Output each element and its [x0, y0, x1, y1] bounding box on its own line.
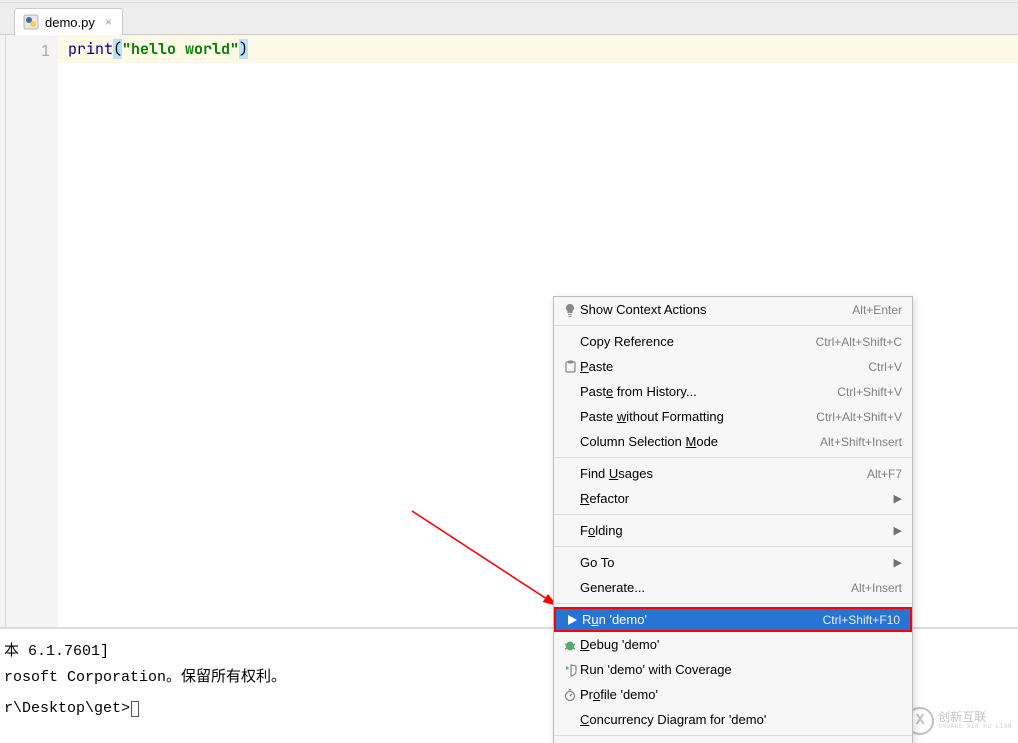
editor-tab-demo[interactable]: demo.py ×: [14, 8, 123, 35]
menu-paste-plain[interactable]: Paste without Formatting Ctrl+Alt+Shift+…: [554, 404, 912, 429]
menu-run-coverage[interactable]: Run 'demo' with Coverage: [554, 657, 912, 682]
tab-filename: demo.py: [45, 15, 95, 30]
menu-shortcut: Alt+Insert: [851, 581, 902, 595]
menu-shortcut: Ctrl+Alt+Shift+V: [816, 410, 902, 424]
menu-generate[interactable]: Generate... Alt+Insert: [554, 575, 912, 600]
menu-label: Run 'demo' with Coverage: [580, 662, 902, 677]
menu-show-context-actions[interactable]: Show Context Actions Alt+Enter: [554, 297, 912, 322]
menu-label: Folding: [580, 523, 894, 538]
menu-paste-history[interactable]: Paste from History... Ctrl+Shift+V: [554, 379, 912, 404]
editor-area: 1 print("hello world") Show Context Acti…: [0, 35, 1018, 628]
menu-column-selection[interactable]: Column Selection Mode Alt+Shift+Insert: [554, 429, 912, 454]
menu-go-to[interactable]: Go To ▶: [554, 550, 912, 575]
token-string: "hello world": [122, 39, 239, 59]
menu-label: Paste from History...: [580, 384, 829, 399]
menu-label: Debug 'demo': [580, 637, 902, 652]
menu-label: Concurrency Diagram for 'demo': [580, 712, 902, 727]
menu-label: Copy Reference: [580, 334, 808, 349]
bulb-icon: [560, 303, 580, 317]
menu-shortcut: Alt+Enter: [852, 303, 902, 317]
watermark-subtext: CHUANG XIN HU LIAN: [938, 724, 1012, 730]
menu-separator: [554, 514, 912, 515]
menu-label: Paste: [580, 359, 860, 374]
submenu-arrow-icon: ▶: [894, 492, 902, 505]
submenu-arrow-icon: ▶: [894, 556, 902, 569]
context-menu: Show Context Actions Alt+Enter Copy Refe…: [553, 296, 913, 743]
python-file-icon: [23, 14, 39, 30]
editor-tab-bar: demo.py ×: [0, 3, 1018, 35]
menu-shortcut: Ctrl+Alt+Shift+C: [816, 335, 902, 349]
menu-copy-reference[interactable]: Copy Reference Ctrl+Alt+Shift+C: [554, 329, 912, 354]
coverage-icon: [560, 663, 580, 677]
menu-label: Show Context Actions: [580, 302, 844, 317]
line-number: 1: [6, 41, 50, 61]
menu-separator: [554, 457, 912, 458]
menu-separator: [554, 603, 912, 604]
gutter: 1: [6, 35, 58, 627]
profile-icon: [560, 688, 580, 702]
menu-paste[interactable]: Paste Ctrl+V: [554, 354, 912, 379]
watermark: X 创新互联 CHUANG XIN HU LIAN: [906, 707, 1012, 735]
terminal-cursor: [131, 701, 139, 717]
menu-refactor[interactable]: Refactor ▶: [554, 486, 912, 511]
menu-label: Refactor: [580, 491, 894, 506]
menu-label: Generate...: [580, 580, 843, 595]
token-paren-open: (: [113, 39, 122, 59]
menu-run[interactable]: Run 'demo' Ctrl+Shift+F10: [554, 607, 912, 632]
code-line-1[interactable]: print("hello world"): [58, 35, 1018, 63]
tab-close-icon[interactable]: ×: [105, 15, 112, 29]
menu-label: Column Selection Mode: [580, 434, 812, 449]
menu-concurrency-diagram[interactable]: Concurrency Diagram for 'demo': [554, 707, 912, 732]
token-function: print: [68, 39, 113, 59]
menu-find-usages[interactable]: Find Usages Alt+F7: [554, 461, 912, 486]
menu-create[interactable]: Create 'demo'...: [554, 739, 912, 743]
menu-shortcut: Alt+Shift+Insert: [820, 435, 902, 449]
submenu-arrow-icon: ▶: [894, 524, 902, 537]
token-paren-close: ): [239, 39, 248, 59]
bug-icon: [560, 638, 580, 652]
menu-shortcut: Ctrl+V: [868, 360, 902, 374]
menu-profile[interactable]: Profile 'demo': [554, 682, 912, 707]
menu-label: Go To: [580, 555, 894, 570]
menu-separator: [554, 325, 912, 326]
menu-separator: [554, 735, 912, 736]
menu-label: Profile 'demo': [580, 687, 902, 702]
menu-label: Paste without Formatting: [580, 409, 808, 424]
run-icon: [562, 615, 582, 625]
menu-separator: [554, 546, 912, 547]
menu-shortcut: Alt+F7: [867, 467, 902, 481]
menu-label: Run 'demo': [582, 612, 815, 627]
menu-shortcut: Ctrl+Shift+F10: [823, 613, 900, 627]
menu-shortcut: Ctrl+Shift+V: [837, 385, 902, 399]
menu-debug[interactable]: Debug 'demo': [554, 632, 912, 657]
menu-label: Find Usages: [580, 466, 859, 481]
clipboard-icon: [560, 360, 580, 373]
menu-folding[interactable]: Folding ▶: [554, 518, 912, 543]
